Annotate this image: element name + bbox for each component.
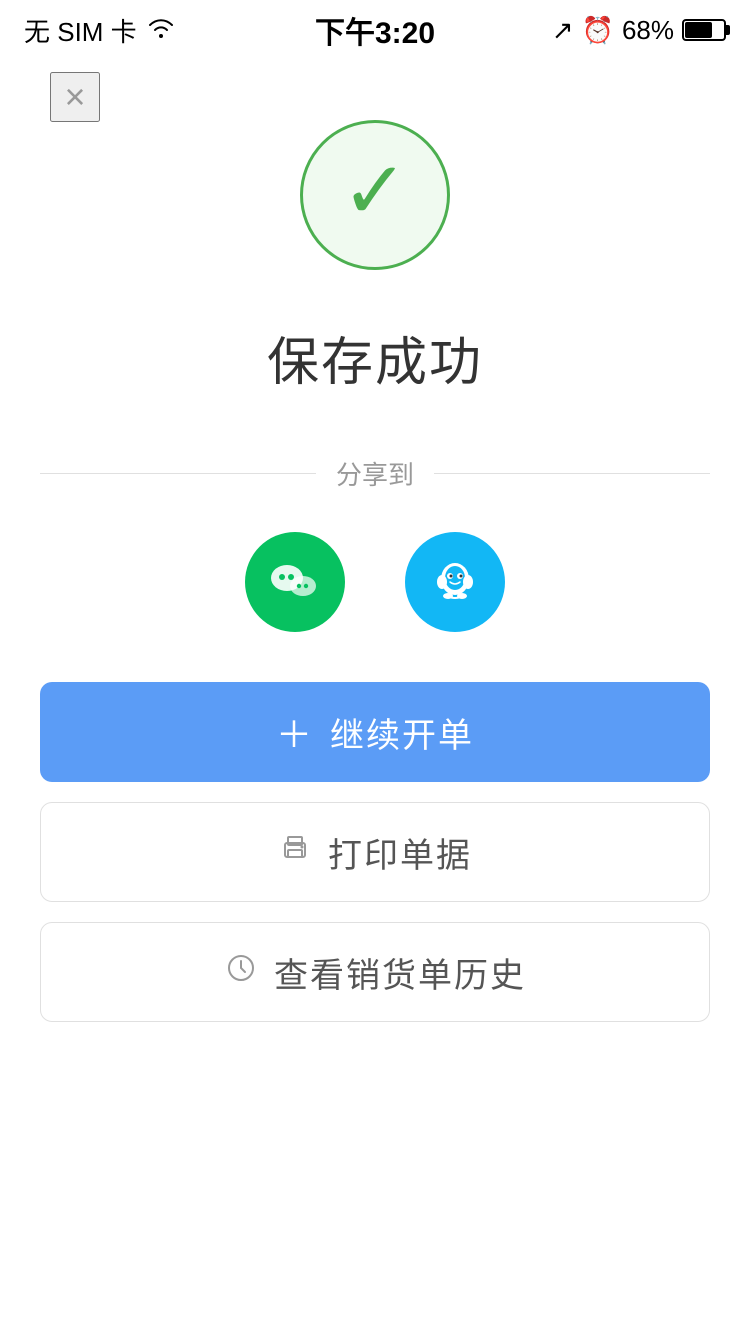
status-bar: 无 SIM 卡 下午3:20 ↗ ⏰ 68% [0, 0, 750, 60]
carrier-text: 无 SIM 卡 [24, 12, 137, 49]
wifi-icon [147, 15, 175, 46]
print-button[interactable]: 打印单据 [40, 802, 710, 902]
history-button-label: 查看销货单历史 [274, 948, 526, 997]
wechat-icon [265, 552, 325, 612]
share-icons [40, 532, 710, 632]
print-icon [278, 831, 312, 874]
success-circle: ✓ [300, 120, 450, 270]
history-icon [224, 951, 258, 994]
main-content: ✓ 保存成功 分享到 [0, 60, 750, 1022]
status-time: 下午3:20 [315, 8, 435, 52]
wechat-share-button[interactable] [245, 532, 345, 632]
qq-share-button[interactable] [405, 532, 505, 632]
continue-button-label: 继续开单 [330, 708, 474, 757]
continue-order-button[interactable]: ＋ 继续开单 [40, 682, 710, 782]
plus-icon: ＋ [276, 706, 314, 758]
status-left: 无 SIM 卡 [24, 12, 175, 49]
battery-percentage: 68% [622, 15, 674, 46]
battery-icon [682, 19, 726, 41]
qq-icon [425, 552, 485, 612]
share-section: 分享到 [0, 455, 750, 632]
history-button[interactable]: 查看销货单历史 [40, 922, 710, 1022]
share-label: 分享到 [316, 455, 434, 492]
print-button-label: 打印单据 [328, 828, 472, 877]
action-buttons: ＋ 继续开单 打印单据 查看销货单历史 [0, 682, 750, 1022]
location-icon: ↗ [552, 15, 574, 46]
share-divider: 分享到 [40, 455, 710, 492]
checkmark-icon: ✓ [341, 151, 408, 231]
status-right: ↗ ⏰ 68% [552, 15, 726, 46]
close-button[interactable]: × [50, 72, 100, 122]
alarm-icon: ⏰ [582, 15, 614, 46]
success-title: 保存成功 [267, 320, 483, 395]
